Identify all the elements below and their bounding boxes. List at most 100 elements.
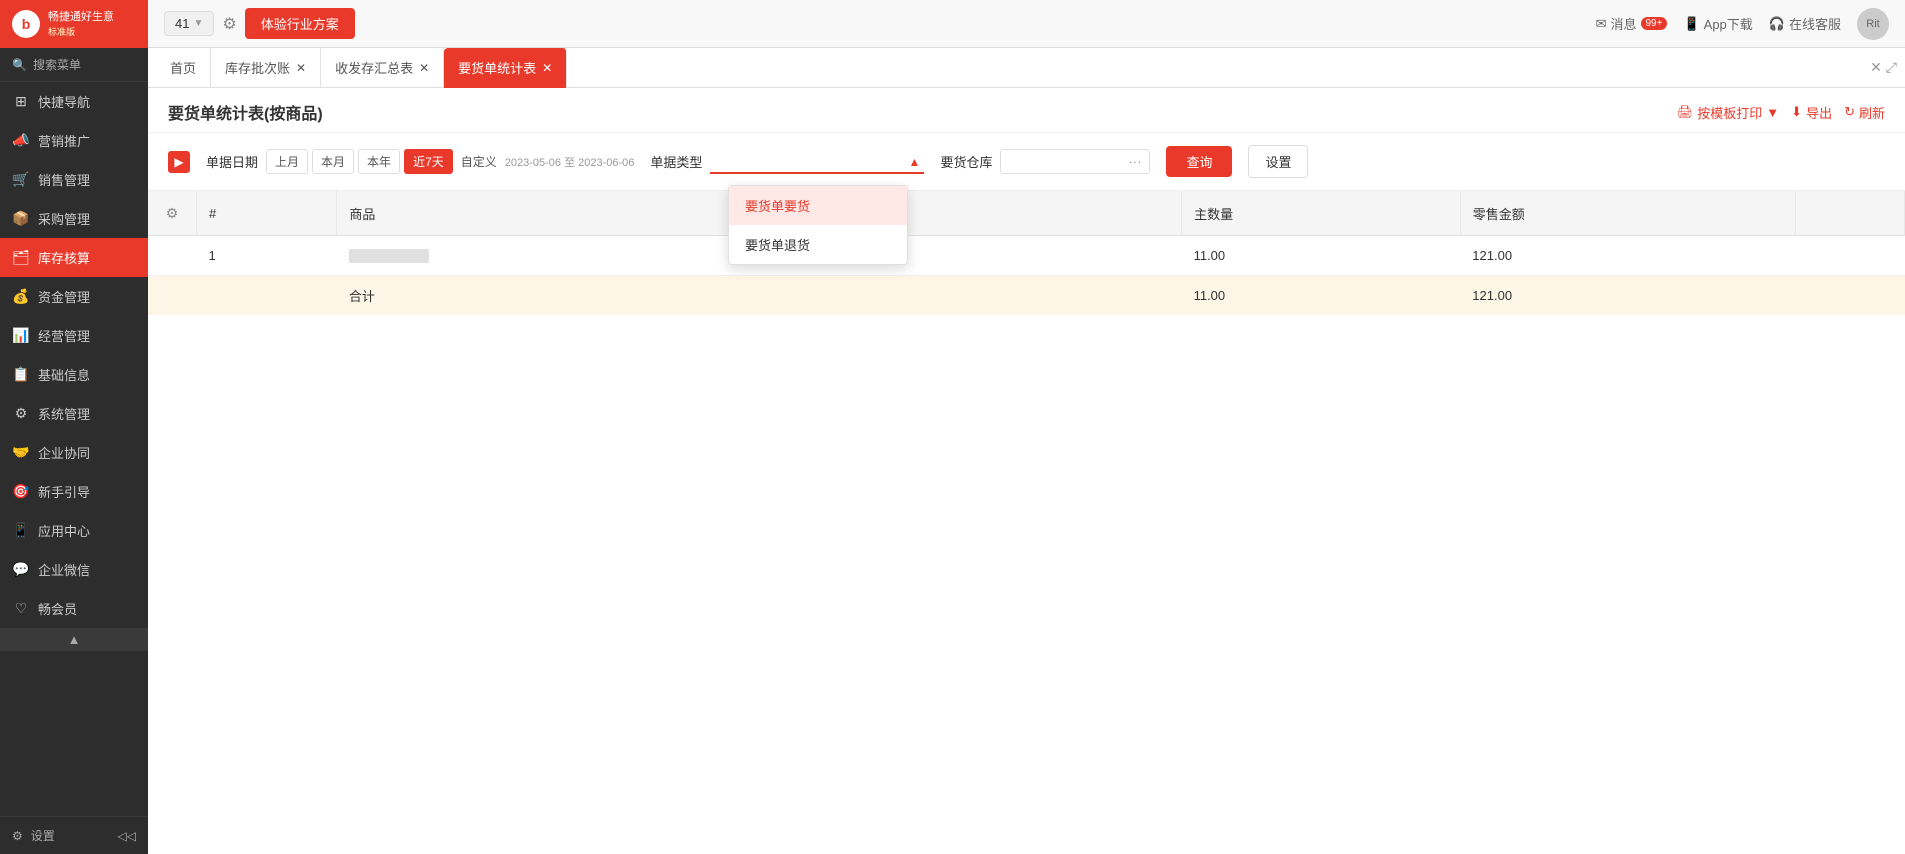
dropdown-item-requisition-order[interactable]: 要货单要货 bbox=[729, 186, 907, 225]
col-settings[interactable]: ⚙ bbox=[148, 191, 197, 236]
sidebar-item-cooperation[interactable]: 🤝 企业协同 bbox=[0, 433, 148, 472]
sidebar-item-finance[interactable]: 💰 资金管理 bbox=[0, 277, 148, 316]
app-download-link[interactable]: 📱 App下载 bbox=[1683, 14, 1752, 33]
tab-requisition-stats-close[interactable]: ✕ bbox=[542, 61, 552, 75]
sidebar-item-marketing[interactable]: 📣 营销推广 bbox=[0, 121, 148, 160]
row-extra bbox=[1796, 236, 1905, 276]
tab-expand-icon[interactable]: ⤢ bbox=[1886, 59, 1897, 76]
refresh-btn[interactable]: ↻ 刷新 bbox=[1844, 103, 1885, 122]
col-product: 商品 bbox=[337, 191, 790, 236]
sidebar-item-label: 基础信息 bbox=[38, 365, 90, 384]
sidebar-item-basic-info[interactable]: 📋 基础信息 bbox=[0, 355, 148, 394]
date-btn-this-year[interactable]: 本年 bbox=[358, 149, 400, 174]
date-range-display: 2023-05-06 至 2023-06-06 bbox=[505, 154, 635, 170]
tab-collection-summary-label: 收发存汇总表 bbox=[335, 58, 413, 77]
sidebar-item-app-center[interactable]: 📱 应用中心 bbox=[0, 511, 148, 550]
tab-close-all-icon[interactable]: ✕ bbox=[1870, 59, 1882, 76]
page-header: 要货单统计表(按商品) 🖨 按模板打印 ▼ ⬇ 导出 ↻ 刷新 bbox=[148, 88, 1905, 133]
search-menu[interactable]: 🔍 搜索菜单 bbox=[0, 48, 148, 82]
tab-collection-summary-close[interactable]: ✕ bbox=[419, 61, 429, 75]
doc-type-input[interactable] bbox=[710, 149, 924, 174]
sidebar-item-label: 资金管理 bbox=[38, 287, 90, 306]
user-avatar[interactable]: Rit bbox=[1857, 8, 1889, 40]
filter-bar: ▶ 单据日期 上月 本月 本年 近7天 自定义 2023-05-06 至 202… bbox=[148, 133, 1905, 191]
filter-expand-btn[interactable]: ▶ bbox=[168, 151, 190, 173]
print-icon: 🖨 bbox=[1677, 104, 1694, 120]
sidebar-item-label: 销售管理 bbox=[38, 170, 90, 189]
app-center-icon: 📱 bbox=[12, 522, 30, 540]
sidebar-item-label: 新手引导 bbox=[38, 482, 90, 501]
date-btn-more[interactable]: 近7天 bbox=[404, 149, 453, 174]
sidebar-item-wechat[interactable]: 💬 企业微信 bbox=[0, 550, 148, 589]
table-settings-icon[interactable]: ⚙ bbox=[160, 201, 184, 225]
col-quantity: 主数量 bbox=[1182, 191, 1461, 236]
search-icon: 🔍 bbox=[12, 58, 27, 72]
warehouse-filter-group: 要货仓库 ··· bbox=[940, 149, 1150, 174]
refresh-label: 刷新 bbox=[1859, 103, 1885, 122]
finance-icon: 💰 bbox=[12, 288, 30, 306]
tab-requisition-stats[interactable]: 要货单统计表 ✕ bbox=[444, 48, 567, 88]
purchase-icon: 📦 bbox=[12, 210, 30, 228]
sidebar-item-inventory[interactable]: 🗂 库存核算 bbox=[0, 238, 148, 277]
print-btn[interactable]: 🖨 按模板打印 ▼ bbox=[1677, 103, 1779, 122]
page-title: 要货单统计表(按商品) bbox=[168, 100, 323, 124]
main-content: 41 ▼ ⚙ 体验行业方案 ✉ 消息 99+ 📱 App下载 🎧 在线客服 Ri… bbox=[148, 0, 1905, 854]
sidebar: b 畅捷通好生意 标准版 🔍 搜索菜单 ⊞ 快捷导航 📣 营销推广 🛒 销售管理… bbox=[0, 0, 148, 854]
warehouse-more-icon[interactable]: ··· bbox=[1128, 154, 1141, 169]
tab-actions: ✕ ⤢ bbox=[1870, 59, 1897, 76]
sidebar-item-sales[interactable]: 🛒 销售管理 bbox=[0, 160, 148, 199]
col-index: # bbox=[197, 191, 337, 236]
row-index: 1 bbox=[197, 236, 337, 276]
sidebar-item-operations[interactable]: 📊 经营管理 bbox=[0, 316, 148, 355]
tab-collection-summary[interactable]: 收发存汇总表 ✕ bbox=[321, 48, 444, 88]
sidebar-item-system[interactable]: ⚙ 系统管理 bbox=[0, 394, 148, 433]
operations-icon: 📊 bbox=[12, 327, 30, 345]
app-download-label: App下载 bbox=[1704, 14, 1753, 33]
date-btn-prev-month[interactable]: 上月 bbox=[266, 149, 308, 174]
cooperation-icon: 🤝 bbox=[12, 444, 30, 462]
sidebar-collapse-btn[interactable]: ◁◁ bbox=[118, 829, 136, 843]
tabbar: 首页 库存批次账 ✕ 收发存汇总表 ✕ 要货单统计表 ✕ ✕ ⤢ bbox=[148, 48, 1905, 88]
topbar: 41 ▼ ⚙ 体验行业方案 ✉ 消息 99+ 📱 App下载 🎧 在线客服 Ri… bbox=[148, 0, 1905, 48]
tab-batch-ledger[interactable]: 库存批次账 ✕ bbox=[211, 48, 321, 88]
guide-icon: 🎯 bbox=[12, 483, 30, 501]
settings-icon[interactable]: ⚙ bbox=[12, 829, 23, 843]
sidebar-item-purchase[interactable]: 📦 采购管理 bbox=[0, 199, 148, 238]
notification-bell[interactable]: ✉ 消息 99+ bbox=[1596, 14, 1668, 33]
refresh-icon: ↻ bbox=[1844, 104, 1855, 120]
sidebar-scroll-down[interactable]: ▲ bbox=[0, 628, 148, 651]
tab-batch-ledger-close[interactable]: ✕ bbox=[296, 61, 306, 75]
date-shortcuts: 上月 本月 本年 近7天 bbox=[266, 149, 453, 174]
sidebar-item-label: 应用中心 bbox=[38, 521, 90, 540]
export-btn[interactable]: ⬇ 导出 bbox=[1791, 103, 1832, 122]
sidebar-settings-label[interactable]: 设置 bbox=[31, 827, 55, 844]
row-settings-cell bbox=[148, 236, 197, 276]
total-unit bbox=[790, 276, 1182, 316]
sidebar-item-vip[interactable]: ♡ 畅会员 bbox=[0, 589, 148, 628]
sidebar-item-guide[interactable]: 🎯 新手引导 bbox=[0, 472, 148, 511]
online-service-label: 在线客服 bbox=[1789, 14, 1841, 33]
total-extra bbox=[1796, 276, 1905, 316]
sidebar-item-quick-nav[interactable]: ⊞ 快捷导航 bbox=[0, 82, 148, 121]
row-product bbox=[337, 236, 790, 276]
settings-button[interactable]: 设置 bbox=[1248, 145, 1308, 178]
tab-home[interactable]: 首页 bbox=[156, 48, 211, 88]
sidebar-item-label: 库存核算 bbox=[38, 248, 90, 267]
print-label: 按模板打印 bbox=[1697, 103, 1762, 122]
quick-nav-icon: ⊞ bbox=[12, 93, 30, 111]
topbar-left: 41 ▼ ⚙ 体验行业方案 bbox=[164, 8, 1584, 39]
trial-button[interactable]: 体验行业方案 bbox=[245, 8, 355, 39]
table-row: 1 块 11.00 121.00 bbox=[148, 236, 1905, 276]
store-selector[interactable]: 41 ▼ bbox=[164, 11, 214, 36]
phone-icon: 📱 bbox=[1683, 16, 1699, 32]
doc-type-chevron-icon[interactable]: ▲ bbox=[909, 155, 921, 169]
warehouse-select[interactable]: ··· bbox=[1000, 149, 1150, 174]
dropdown-item-requisition-return[interactable]: 要货单退货 bbox=[729, 225, 907, 264]
search-button[interactable]: 查询 bbox=[1166, 146, 1232, 177]
date-custom-btn[interactable]: 自定义 bbox=[461, 153, 497, 170]
online-service-link[interactable]: 🎧 在线客服 bbox=[1769, 14, 1841, 33]
date-btn-this-month[interactable]: 本月 bbox=[312, 149, 354, 174]
app-logo: b 畅捷通好生意 标准版 bbox=[0, 0, 148, 48]
data-table: ⚙ # 商品 主计量单位 主数量 零售金额 1 bbox=[148, 191, 1905, 315]
topbar-settings-icon[interactable]: ⚙ bbox=[222, 14, 236, 34]
